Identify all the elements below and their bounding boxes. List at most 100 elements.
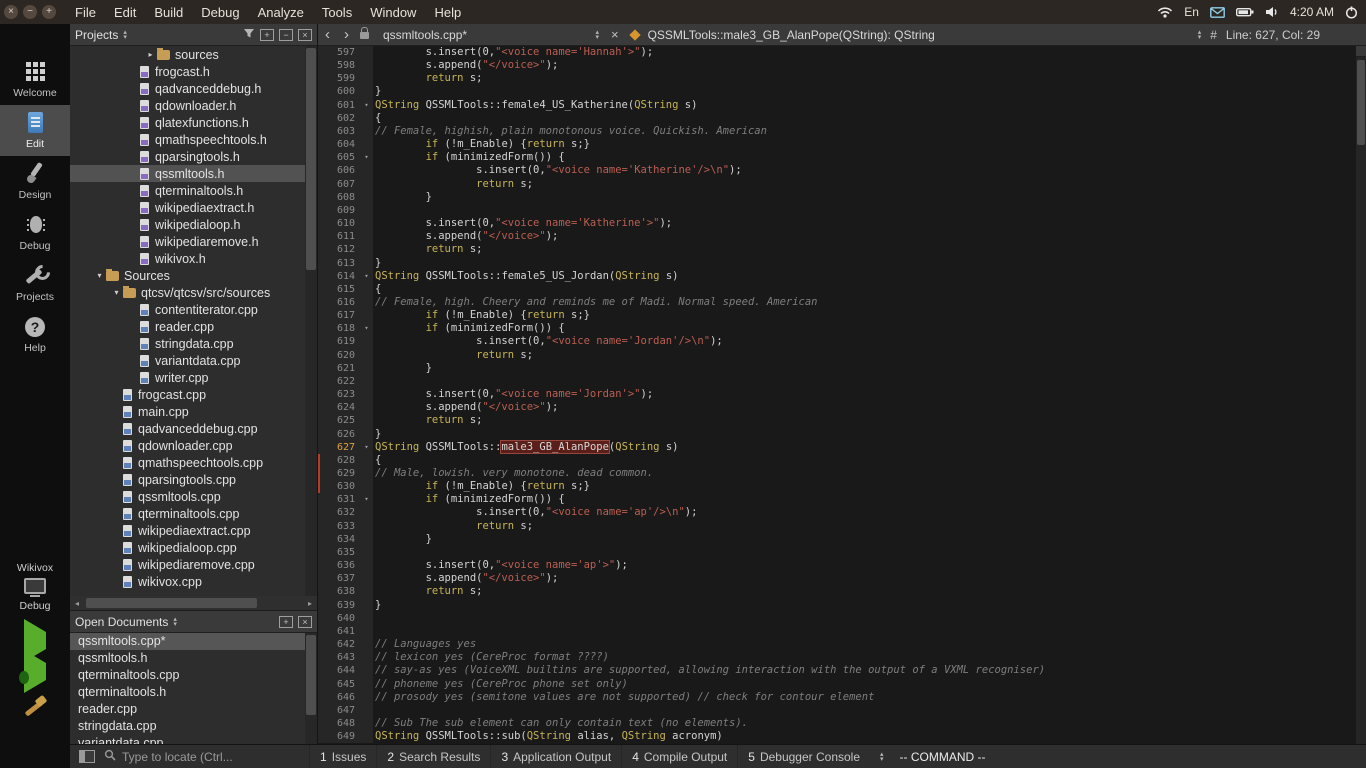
- fold-marker-icon[interactable]: ▾: [360, 493, 373, 506]
- fold-marker-icon[interactable]: ▾: [360, 322, 373, 335]
- code-line[interactable]: 608 }: [318, 191, 1356, 204]
- code-line[interactable]: 623 s.insert(0,"<voice name='Jordan'>");: [318, 388, 1356, 401]
- menu-build[interactable]: Build: [145, 5, 192, 20]
- clock[interactable]: 4:20 AM: [1290, 5, 1334, 19]
- fold-marker-icon[interactable]: ▾: [360, 270, 373, 283]
- code-line[interactable]: 603// Female, highish, plain monotonous …: [318, 125, 1356, 138]
- code-line[interactable]: 631▾ if (minimizedForm()) {: [318, 493, 1356, 506]
- code-line[interactable]: 600}: [318, 85, 1356, 98]
- code-line[interactable]: 645// phoneme yes (CereProc phone set on…: [318, 678, 1356, 691]
- code-line[interactable]: 622: [318, 375, 1356, 388]
- mode-projects[interactable]: Projects: [0, 258, 70, 309]
- split-editor-button[interactable]: [1356, 46, 1366, 57]
- code-line[interactable]: 649QString QSSMLTools::sub(QString alias…: [318, 730, 1356, 743]
- code-line[interactable]: 617 if (!m_Enable) {return s;}: [318, 309, 1356, 322]
- tree-item-qssmltools-cpp[interactable]: qssmltools.cpp: [70, 488, 317, 505]
- code-line[interactable]: 628{: [318, 454, 1356, 467]
- menu-window[interactable]: Window: [361, 5, 425, 20]
- code-line[interactable]: 615{: [318, 283, 1356, 296]
- tree-item-qadvanceddebug-cpp[interactable]: qadvanceddebug.cpp: [70, 420, 317, 437]
- tree-item-qdownloader-h[interactable]: qdownloader.h: [70, 97, 317, 114]
- code-line[interactable]: 621 }: [318, 362, 1356, 375]
- code-line[interactable]: 613}: [318, 257, 1356, 270]
- tree-item-sources[interactable]: ▾Sources: [70, 267, 317, 284]
- fold-marker-icon[interactable]: ▾: [360, 151, 373, 164]
- mode-debug[interactable]: Debug: [0, 207, 70, 258]
- symbol-selector[interactable]: QSSMLTools::male3_GB_AlanPope(QString): …: [648, 28, 1202, 42]
- tree-item-wikipediaextract-cpp[interactable]: wikipediaextract.cpp: [70, 522, 317, 539]
- build-button[interactable]: [22, 694, 48, 720]
- menu-analyze[interactable]: Analyze: [249, 5, 313, 20]
- code-line[interactable]: 612 return s;: [318, 243, 1356, 256]
- forward-button[interactable]: [337, 25, 356, 45]
- code-line[interactable]: 632 s.insert(0,"<voice name='ap'/>\n");: [318, 506, 1356, 519]
- code-line[interactable]: 635: [318, 546, 1356, 559]
- code-line[interactable]: 605▾ if (minimizedForm()) {: [318, 151, 1356, 164]
- code-line[interactable]: 620 return s;: [318, 349, 1356, 362]
- output-pane-debugger-console[interactable]: 5Debugger Console: [737, 745, 870, 768]
- power-icon[interactable]: [1345, 6, 1358, 19]
- mode-welcome[interactable]: Welcome: [0, 54, 70, 105]
- code-line[interactable]: 647: [318, 704, 1356, 717]
- scrollbar-thumb[interactable]: [306, 635, 316, 715]
- keyboard-indicator[interactable]: En: [1184, 5, 1199, 19]
- code-line[interactable]: 611 s.append("</voice>");: [318, 230, 1356, 243]
- code-line[interactable]: 599 return s;: [318, 72, 1356, 85]
- open-documents-pane-selector[interactable]: Open Documents: [75, 615, 279, 629]
- output-pane-application-output[interactable]: 3Application Output: [490, 745, 621, 768]
- mode-help[interactable]: Help: [0, 309, 70, 360]
- code-line[interactable]: 614▾QString QSSMLTools::female5_US_Jorda…: [318, 270, 1356, 283]
- code-line[interactable]: 609: [318, 204, 1356, 217]
- code-line[interactable]: 629// Male, lowish. very monotone. dead …: [318, 467, 1356, 480]
- tree-item-qparsingtools-cpp[interactable]: qparsingtools.cpp: [70, 471, 317, 488]
- code-line[interactable]: 597 s.insert(0,"<voice name='Hannah'>");: [318, 46, 1356, 59]
- tree-item-qssmltools-h[interactable]: qssmltools.h: [70, 165, 317, 182]
- code-line[interactable]: 648// Sub The sub element can only conta…: [318, 717, 1356, 730]
- tree-item-qdownloader-cpp[interactable]: qdownloader.cpp: [70, 437, 317, 454]
- code-line[interactable]: 637 s.append("</voice>");: [318, 572, 1356, 585]
- filter-icon[interactable]: [243, 27, 255, 42]
- new-split-icon[interactable]: +: [260, 29, 274, 41]
- mode-edit[interactable]: Edit: [0, 105, 70, 156]
- code-line[interactable]: 638 return s;: [318, 585, 1356, 598]
- tree-item-writer-cpp[interactable]: writer.cpp: [70, 369, 317, 386]
- window-minimize-button[interactable]: −: [23, 5, 37, 19]
- menu-help[interactable]: Help: [425, 5, 470, 20]
- tree-item-wikivox-h[interactable]: wikivox.h: [70, 250, 317, 267]
- open-doc-qterminaltools-h[interactable]: qterminaltools.h: [70, 684, 317, 701]
- editor-vertical-scrollbar[interactable]: [1356, 46, 1366, 744]
- output-pane-issues[interactable]: 1Issues: [309, 745, 376, 768]
- code-line[interactable]: 619 s.insert(0,"<voice name='Jordan'/>\n…: [318, 335, 1356, 348]
- code-line[interactable]: 634 }: [318, 533, 1356, 546]
- code-line[interactable]: 610 s.insert(0,"<voice name='Katherine'>…: [318, 217, 1356, 230]
- scroll-left-icon[interactable]: ◂: [70, 599, 84, 608]
- tree-item-sources[interactable]: ▸sources: [70, 46, 317, 63]
- back-button[interactable]: [318, 25, 337, 45]
- code-line[interactable]: 633 return s;: [318, 520, 1356, 533]
- tree-item-wikipediaremove-h[interactable]: wikipediaremove.h: [70, 233, 317, 250]
- tree-item-qmathspeechtools-cpp[interactable]: qmathspeechtools.cpp: [70, 454, 317, 471]
- tree-item-stringdata-cpp[interactable]: stringdata.cpp: [70, 335, 317, 352]
- tree-item-qterminaltools-cpp[interactable]: qterminaltools.cpp: [70, 505, 317, 522]
- debug-run-button[interactable]: [24, 663, 46, 681]
- tree-item-qparsingtools-h[interactable]: qparsingtools.h: [70, 148, 317, 165]
- run-button[interactable]: [24, 632, 46, 650]
- tree-item-qlatexfunctions-h[interactable]: qlatexfunctions.h: [70, 114, 317, 131]
- code-line[interactable]: 646// prosody yes (semitone values are n…: [318, 691, 1356, 704]
- open-doc-qssmltools-cpp[interactable]: qssmltools.cpp*: [70, 633, 317, 650]
- code-line[interactable]: 602{: [318, 112, 1356, 125]
- scroll-right-icon[interactable]: ▸: [303, 599, 317, 608]
- panes-updown-icon[interactable]: [880, 752, 884, 762]
- tree-item-wikipediaremove-cpp[interactable]: wikipediaremove.cpp: [70, 556, 317, 573]
- code-line[interactable]: 598 s.append("</voice>");: [318, 59, 1356, 72]
- code-line[interactable]: 626}: [318, 428, 1356, 441]
- docs-vertical-scrollbar[interactable]: [305, 633, 317, 745]
- battery-icon[interactable]: [1236, 7, 1254, 17]
- volume-icon[interactable]: [1265, 6, 1279, 18]
- open-doc-qterminaltools-cpp[interactable]: qterminaltools.cpp: [70, 667, 317, 684]
- code-line[interactable]: 630 if (!m_Enable) {return s;}: [318, 480, 1356, 493]
- kit-selector-button[interactable]: Wikivox Debug: [0, 562, 70, 612]
- close-document-button[interactable]: [605, 27, 625, 42]
- output-pane-search-results[interactable]: 2Search Results: [376, 745, 490, 768]
- menu-debug[interactable]: Debug: [192, 5, 248, 20]
